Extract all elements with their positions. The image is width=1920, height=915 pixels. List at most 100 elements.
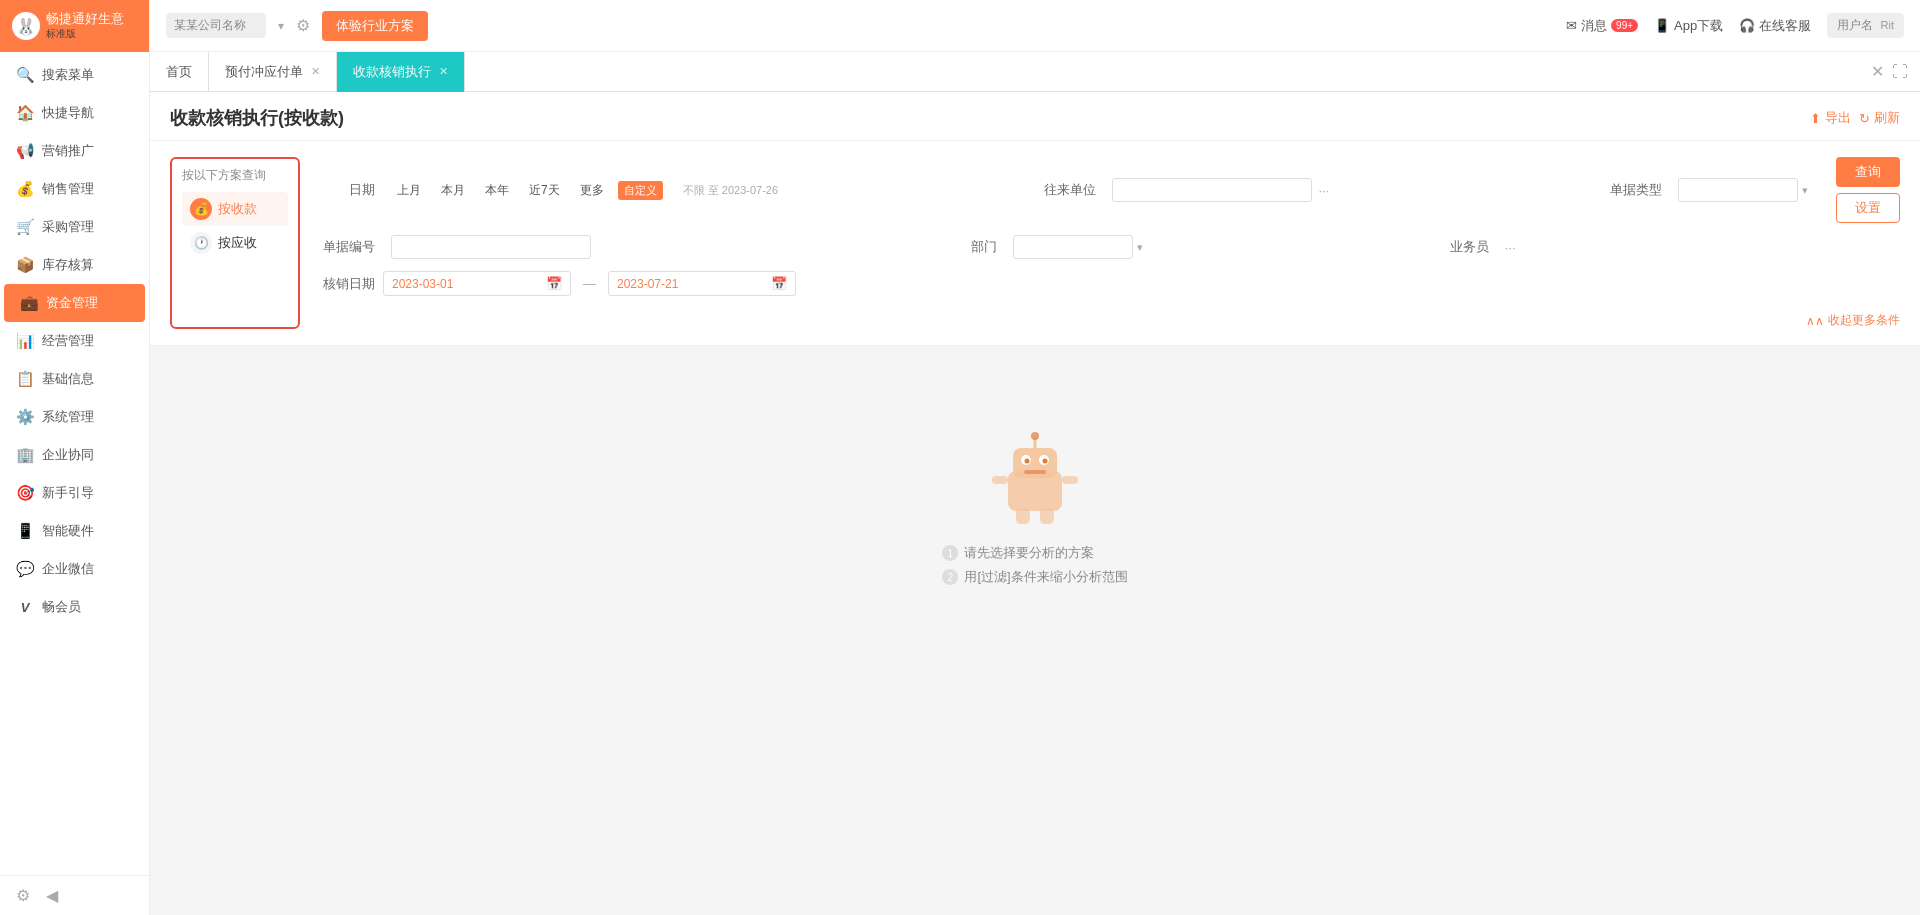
sidebar-item-marketing[interactable]: 📢 营销推广	[0, 132, 149, 170]
this-month-btn[interactable]: 本月	[435, 180, 471, 201]
settings-button[interactable]: 设置	[1836, 193, 1900, 223]
topbar-actions: ✉ 消息 99+ 📱 App下载 🎧 在线客服 用户名 Rit	[1566, 13, 1904, 38]
tab-collection-close[interactable]: ✕	[439, 65, 448, 78]
app-label: App下载	[1674, 17, 1723, 35]
user-name: 用户名	[1837, 18, 1873, 32]
empty-hints: 1 请先选择要分析的方案 2 用[过滤]条件来缩小分析范围	[942, 544, 1127, 592]
collapse-conditions-btn[interactable]: ∧∧ 收起更多条件	[1806, 312, 1900, 329]
sidebar-item-inventory[interactable]: 📦 库存核算	[0, 246, 149, 284]
tab-prepay-label: 预付冲应付单	[225, 63, 303, 81]
staff-label: 业务员	[1434, 238, 1489, 256]
tab-maximize-icon[interactable]: ⛶	[1892, 63, 1908, 81]
dept-label: 部门	[942, 238, 997, 256]
message-label: 消息	[1581, 17, 1607, 35]
prev-month-btn[interactable]: 上月	[391, 180, 427, 201]
sidebar-item-search[interactable]: 🔍 搜索菜单	[0, 56, 149, 94]
dept-select[interactable]	[1013, 235, 1133, 259]
sidebar-item-shortcut[interactable]: 🏠 快捷导航	[0, 94, 149, 132]
counterpart-dots[interactable]: ···	[1318, 183, 1329, 198]
company-dropdown-arrow[interactable]: ▾	[278, 19, 284, 33]
settings-icon[interactable]: ⚙	[16, 886, 30, 905]
calendar-start-icon[interactable]: 📅	[546, 276, 562, 291]
sales-icon: 💰	[16, 180, 34, 198]
svg-rect-11	[1016, 508, 1030, 524]
sidebar-item-system[interactable]: ⚙️ 系统管理	[0, 398, 149, 436]
verify-date-end-input[interactable]	[617, 277, 767, 291]
sidebar-nav: 🔍 搜索菜单 🏠 快捷导航 📢 营销推广 💰 销售管理 🛒 采购管理 📦 库存核…	[0, 52, 149, 875]
verify-date-start-wrap: 📅	[383, 271, 571, 296]
sidebar-item-label: 快捷导航	[42, 104, 94, 122]
verify-date-end-wrap: 📅	[608, 271, 796, 296]
sidebar-item-hardware[interactable]: 📱 智能硬件	[0, 512, 149, 550]
tab-prepay-close[interactable]: ✕	[311, 65, 320, 78]
receivable-option-label: 按应收	[218, 234, 257, 252]
export-button[interactable]: ⬆ 导出	[1810, 109, 1851, 127]
doc-type-chevron: ▾	[1802, 184, 1808, 197]
wechat-icon: 💬	[16, 560, 34, 578]
collapse-icon[interactable]: ◀	[46, 886, 58, 905]
date-label: 日期	[320, 181, 375, 199]
tab-home[interactable]: 首页	[150, 52, 209, 92]
date-sub-text: 不限 至 2023-07-26	[683, 183, 778, 198]
staff-dots[interactable]: ···	[1505, 240, 1516, 255]
tab-collection-label: 收款核销执行	[353, 63, 431, 81]
logo-icon: 🐰	[12, 12, 40, 40]
collapse-label: 收起更多条件	[1828, 312, 1900, 329]
sidebar-item-basic[interactable]: 📋 基础信息	[0, 360, 149, 398]
7days-btn[interactable]: 近7天	[523, 180, 566, 201]
doc-no-input-wrap	[391, 235, 650, 259]
finance-icon: 💼	[20, 294, 38, 312]
sidebar-item-purchase[interactable]: 🛒 采购管理	[0, 208, 149, 246]
tab-collection[interactable]: 收款核销执行 ✕	[337, 52, 465, 92]
tabs-bar: 首页 预付冲应付单 ✕ 收款核销执行 ✕ ✕ ⛶	[150, 52, 1920, 92]
sidebar-item-finance[interactable]: 💼 资金管理	[4, 284, 145, 322]
receivable-option-icon: 🕐	[190, 232, 212, 254]
solution-button[interactable]: 体验行业方案	[322, 11, 428, 41]
counterpart-input[interactable]	[1112, 178, 1312, 202]
verify-date-start-input[interactable]	[392, 277, 542, 291]
message-action[interactable]: ✉ 消息 99+	[1566, 17, 1638, 35]
refresh-button[interactable]: ↻ 刷新	[1859, 109, 1900, 127]
doc-type-select[interactable]	[1678, 178, 1798, 202]
operations-icon: 📊	[16, 332, 34, 350]
sidebar-item-label: 畅会员	[42, 598, 81, 616]
content-area: 收款核销执行(按收款) ⬆ 导出 ↻ 刷新 按以下方案查询 💰	[150, 92, 1920, 915]
more-btn[interactable]: 更多	[574, 180, 610, 201]
filter-option-receivable[interactable]: 🕐 按应收	[182, 226, 288, 260]
staff-input-wrap: ···	[1505, 240, 1764, 255]
tab-prepay[interactable]: 预付冲应付单 ✕	[209, 52, 337, 92]
filter-fields: 日期 上月 本月 本年 近7天 更多 自定义 不限 至 2023-07-26	[320, 157, 1900, 329]
company-selector[interactable]: 某某公司名称	[166, 13, 266, 38]
hint-num-2: 2	[942, 569, 958, 585]
topbar-gear-icon[interactable]: ⚙	[296, 16, 310, 35]
this-year-btn[interactable]: 本年	[479, 180, 515, 201]
svg-rect-10	[1062, 476, 1078, 484]
tab-close-all-icon[interactable]: ✕	[1871, 62, 1884, 81]
sidebar-item-enterprise[interactable]: 🏢 企业协同	[0, 436, 149, 474]
doc-no-input[interactable]	[391, 235, 591, 259]
basic-icon: 📋	[16, 370, 34, 388]
filter-option-collection[interactable]: 💰 按收款	[182, 192, 288, 226]
app-download-action[interactable]: 📱 App下载	[1654, 17, 1723, 35]
query-button[interactable]: 查询	[1836, 157, 1900, 187]
sidebar-logo: 🐰 畅捷通好生意 标准版	[0, 0, 149, 52]
sidebar: 🐰 畅捷通好生意 标准版 🔍 搜索菜单 🏠 快捷导航 📢 营销推广 💰 销售管理…	[0, 0, 150, 915]
user-info[interactable]: 用户名 Rit	[1827, 13, 1904, 38]
sidebar-item-operations[interactable]: 📊 经营管理	[0, 322, 149, 360]
filter-row-1: 日期 上月 本月 本年 近7天 更多 自定义 不限 至 2023-07-26	[320, 157, 1900, 223]
sidebar-item-label: 智能硬件	[42, 522, 94, 540]
sidebar-item-wechat[interactable]: 💬 企业微信	[0, 550, 149, 588]
sidebar-item-label: 经营管理	[42, 332, 94, 350]
custom-date-btn[interactable]: 自定义	[618, 181, 663, 200]
member-icon: V	[16, 600, 34, 615]
sidebar-item-sales[interactable]: 💰 销售管理	[0, 170, 149, 208]
calendar-end-icon[interactable]: 📅	[771, 276, 787, 291]
sidebar-item-guide[interactable]: 🎯 新手引导	[0, 474, 149, 512]
verify-date-label: 核销日期	[320, 275, 375, 293]
doc-type-label: 单据类型	[1607, 181, 1662, 199]
sidebar-item-member[interactable]: V 畅会员	[0, 588, 149, 626]
hint-num-1: 1	[942, 545, 958, 561]
sidebar-item-label: 企业协同	[42, 446, 94, 464]
svg-point-8	[1031, 432, 1039, 440]
service-action[interactable]: 🎧 在线客服	[1739, 17, 1811, 35]
